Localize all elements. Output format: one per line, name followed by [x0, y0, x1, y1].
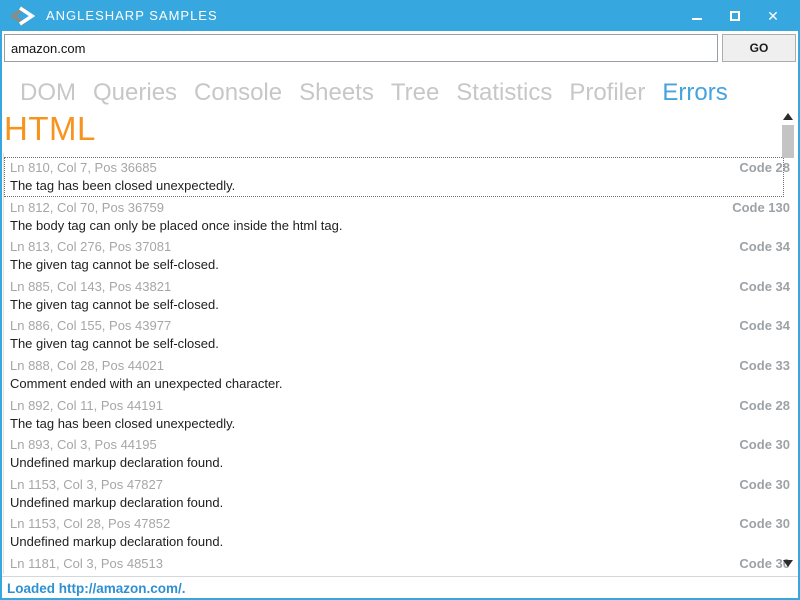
error-row[interactable]: Ln 886, Col 155, Pos 43977 The given tag …: [4, 315, 790, 355]
error-message: The given tag cannot be self-closed.: [10, 336, 219, 352]
scroll-down-icon[interactable]: [783, 560, 793, 567]
close-icon: ✕: [767, 7, 779, 24]
maximize-button[interactable]: [720, 4, 750, 28]
tab-sheets[interactable]: Sheets: [299, 77, 374, 109]
error-row[interactable]: Ln 1153, Col 3, Pos 47827 Undefined marku…: [4, 474, 790, 514]
minimize-button[interactable]: [682, 4, 712, 28]
error-row[interactable]: Ln 885, Col 143, Pos 43821 The given tag …: [4, 276, 790, 316]
window-title: ANGLESHARP SAMPLES: [46, 8, 218, 23]
error-location: Ln 886, Col 155, Pos 43977: [10, 318, 172, 334]
tab-dom[interactable]: DOM: [20, 77, 76, 109]
error-message: The given tag cannot be self-closed.: [10, 257, 219, 273]
url-input[interactable]: [4, 34, 718, 62]
error-row[interactable]: Ln 813, Col 276, Pos 37081 The given tag …: [4, 236, 790, 276]
error-message: Undefined markup declaration found.: [10, 534, 224, 550]
error-row[interactable]: Ln 892, Col 11, Pos 44191 The tag has bee…: [4, 395, 790, 435]
status-text: Loaded http://amazon.com/.: [7, 581, 186, 596]
error-row[interactable]: Ln 1153, Col 28, Pos 47852 Undefined mark…: [4, 513, 790, 553]
error-message: Undefined markup declaration found.: [10, 455, 224, 471]
tab-profiler[interactable]: Profiler: [569, 77, 645, 109]
app-window: ANGLESHARP SAMPLES ✕ GO DOM Queries Consol…: [0, 0, 800, 600]
error-row[interactable]: Ln 888, Col 28, Pos 44021 Comment ended w…: [4, 355, 790, 395]
error-row[interactable]: Ln 812, Col 70, Pos 36759 The body tag ca…: [4, 197, 790, 237]
error-location: Ln 1181, Col 3, Pos 48513: [10, 555, 163, 571]
tab-console[interactable]: Console: [194, 77, 282, 109]
error-location: Ln 885, Col 143, Pos 43821: [10, 278, 172, 294]
error-message: Comment ended with an unexpected charact…: [10, 375, 283, 391]
error-row[interactable]: Ln 1181, Col 3, Pos 48513 Code 30: [4, 553, 790, 574]
tab-bar: DOM Queries Console Sheets Tree Statistics Pro…: [2, 77, 798, 109]
scroll-up-icon[interactable]: [783, 113, 793, 120]
address-bar: GO: [2, 31, 798, 64]
scrollbar-thumb[interactable]: [782, 125, 794, 158]
error-row[interactable]: Ln 810, Col 7, Pos 36685 The tag has been…: [4, 157, 790, 197]
error-message: Undefined markup declaration found.: [10, 494, 224, 510]
error-message: The tag has been closed unexpectedly.: [10, 415, 236, 431]
error-location: Ln 812, Col 70, Pos 36759: [10, 199, 164, 215]
error-location: Ln 888, Col 28, Pos 44021: [10, 357, 164, 373]
error-location: Ln 810, Col 7, Pos 36685: [10, 160, 157, 175]
window-controls: ✕: [674, 4, 788, 28]
page-title: HTML: [4, 110, 96, 147]
error-location: Ln 813, Col 276, Pos 37081: [10, 239, 172, 255]
tab-tree[interactable]: Tree: [391, 77, 439, 109]
go-button[interactable]: GO: [722, 34, 796, 62]
tab-statistics[interactable]: Statistics: [456, 77, 552, 109]
titlebar: ANGLESHARP SAMPLES ✕: [2, 0, 798, 31]
error-location: Ln 1153, Col 28, Pos 47852: [10, 516, 171, 532]
error-message: The tag has been closed unexpectedly.: [10, 178, 236, 193]
error-row[interactable]: Ln 893, Col 3, Pos 44195 Undefined markup…: [4, 434, 790, 474]
error-location: Ln 892, Col 11, Pos 44191: [10, 397, 163, 413]
maximize-icon: [730, 10, 740, 21]
tab-queries[interactable]: Queries: [93, 77, 177, 109]
error-list: Ln 810, Col 7, Pos 36685 The tag has been…: [3, 153, 796, 574]
error-message: The body tag can only be placed once ins…: [10, 217, 343, 233]
error-location: Ln 893, Col 3, Pos 44195: [10, 437, 157, 453]
anglesharp-logo-icon: [9, 6, 36, 25]
tab-errors[interactable]: Errors: [662, 77, 727, 109]
error-message: The given tag cannot be self-closed.: [10, 296, 219, 312]
status-bar: Loaded http://amazon.com/.: [2, 576, 798, 598]
vertical-scrollbar[interactable]: [782, 110, 795, 570]
close-button[interactable]: ✕: [758, 4, 788, 28]
error-location: Ln 1153, Col 3, Pos 47827: [10, 476, 163, 492]
minimize-icon: [692, 17, 702, 20]
